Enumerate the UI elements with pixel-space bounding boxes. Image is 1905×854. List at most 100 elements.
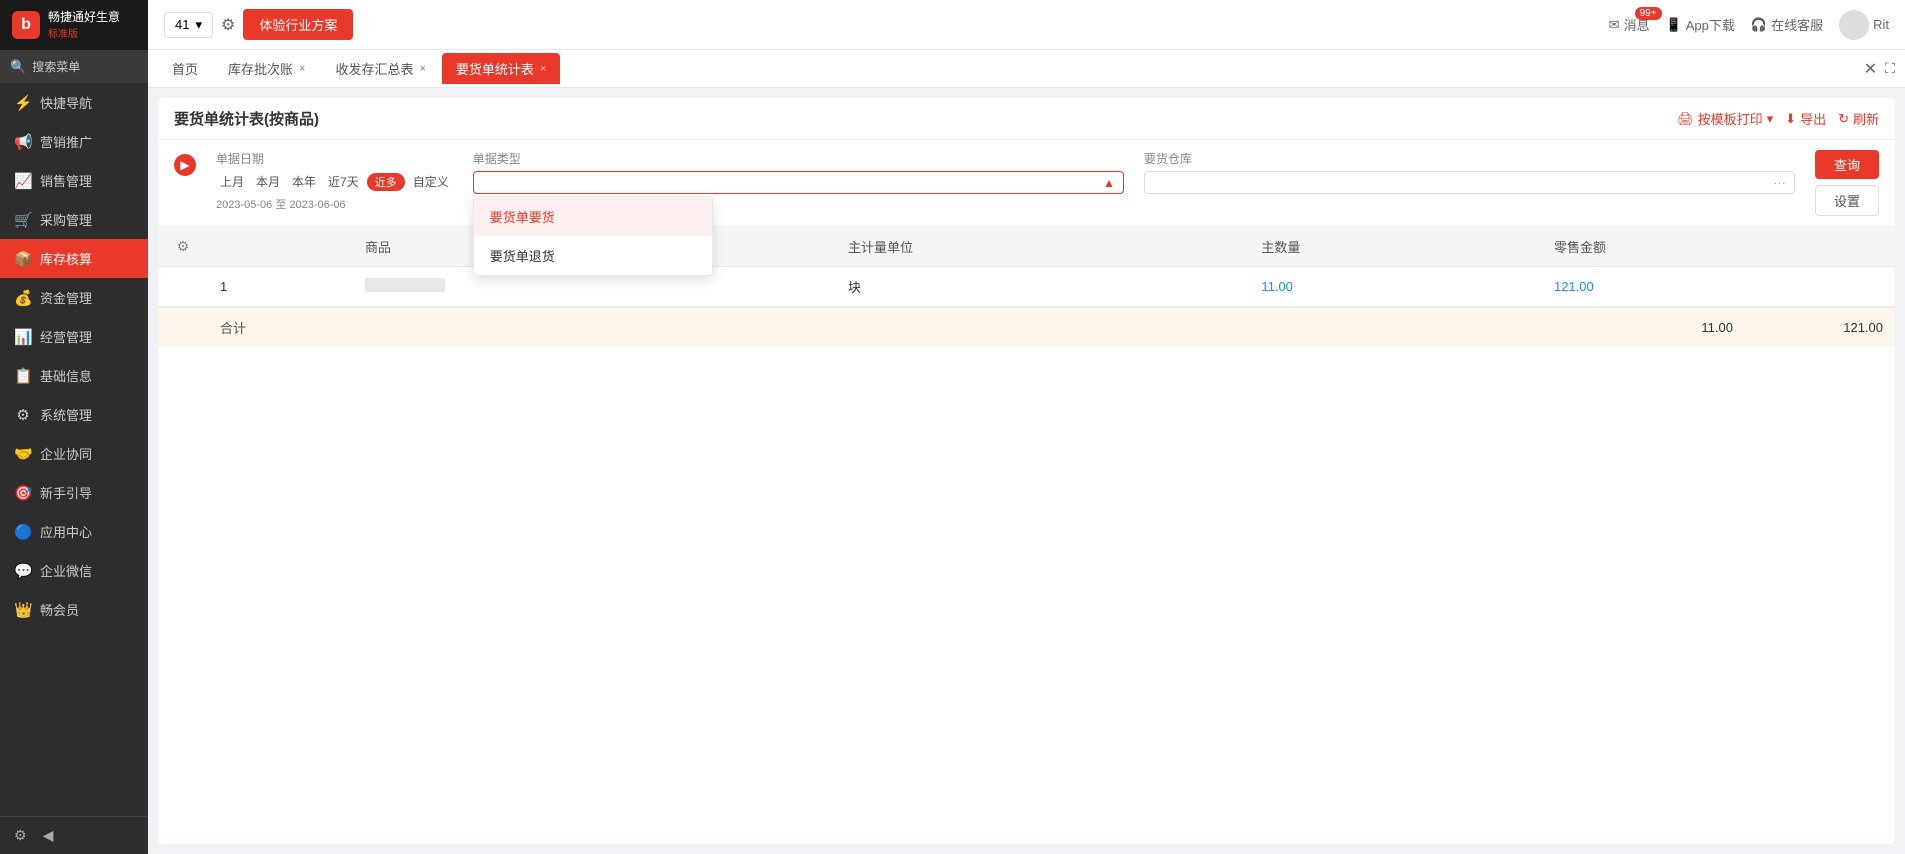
tab-home[interactable]: 首页 (158, 53, 212, 84)
sidebar-icon-base: 📋 (14, 367, 32, 385)
filter-expand-button[interactable]: ▶ (174, 154, 196, 176)
topbar-gear-icon[interactable]: ⚙ (221, 15, 235, 35)
user-profile[interactable]: Rit (1839, 10, 1889, 40)
tab-label-inventory-batch: 库存批次账 (228, 59, 293, 78)
sidebar-label-inventory: 库存核算 (40, 249, 92, 268)
company-value: 41 (175, 17, 189, 32)
warehouse-input-row: ··· (1144, 171, 1795, 194)
filter-row: ▶ 单据日期 上月 本月 本年 近7天 近多 自定义 2023-05-06 至 … (158, 140, 1895, 227)
date-opt-more[interactable]: 近多 (367, 173, 405, 191)
column-settings-icon[interactable]: ⚙ (177, 238, 190, 254)
sidebar-label-base: 基础信息 (40, 366, 92, 385)
sidebar-item-operations[interactable]: 📊经营管理 (0, 317, 148, 356)
cell-index: 1 (208, 267, 353, 307)
company-selector[interactable]: 41 ▾ (164, 12, 213, 38)
sidebar-item-wechat[interactable]: 💬企业微信 (0, 551, 148, 590)
tab-close-receive-summary[interactable]: × (419, 63, 425, 75)
app-logo-icon: b (12, 11, 40, 39)
page-content: 要货单统计表(按商品) 🖨 按模板打印 ▾ ⬇ 导出 ↻ 刷新 (148, 88, 1905, 854)
col-index (208, 227, 353, 267)
main-content: 41 ▾ ⚙ 体验行业方案 ✉ 消息 99+ 📱 App下载 🎧 在线客服 R (148, 0, 1905, 854)
sidebar-item-enterprise[interactable]: 🤝企业协同 (0, 434, 148, 473)
table-footer: 合计 11.00 121.00 (158, 307, 1895, 347)
avatar (1839, 10, 1869, 40)
date-filter-label: 单据日期 (216, 150, 453, 167)
footer-amount: 121.00 (1803, 320, 1883, 335)
sidebar-label-enterprise: 企业协同 (40, 444, 92, 463)
sidebar-icon-sales: 📈 (14, 172, 32, 190)
refresh-icon: ↻ (1838, 111, 1849, 127)
table-header-row: ⚙ 商品 主计量单位 主数量 零售金额 (158, 227, 1895, 267)
app-name: 畅捷通好生意 (48, 10, 120, 26)
warehouse-more-icon[interactable]: ··· (1773, 175, 1786, 190)
table-row: 1 块 11.00 121.00 (158, 267, 1895, 307)
tab-receive-summary[interactable]: 收发存汇总表× (321, 53, 439, 84)
sidebar-item-marketing[interactable]: 📢营销推广 (0, 122, 148, 161)
sidebar-item-purchase[interactable]: 🛒采购管理 (0, 200, 148, 239)
type-filter-arrow-icon[interactable]: ▲ (1103, 176, 1115, 190)
tabs-actions: ✕ ⛶ (1864, 59, 1895, 79)
amount-link[interactable]: 121.00 (1554, 279, 1594, 294)
dropdown-item-request-order[interactable]: 要货单要货 (474, 197, 712, 236)
sidebar-search-label: 搜索菜单 (32, 58, 80, 75)
dropdown-item-request-return[interactable]: 要货单退货 (474, 236, 712, 275)
tab-close-request-summary[interactable]: × (540, 63, 546, 75)
sidebar-icon-member: 👑 (14, 601, 32, 619)
sidebar-label-purchase: 采购管理 (40, 210, 92, 229)
sidebar-item-guide[interactable]: 🎯新手引导 (0, 473, 148, 512)
quantity-link[interactable]: 11.00 (1261, 279, 1293, 294)
sidebar-item-inventory[interactable]: 📦库存核算 (0, 239, 148, 278)
col-amount: 零售金额 (1542, 227, 1895, 267)
export-icon: ⬇ (1785, 111, 1796, 127)
sidebar-settings-icon[interactable]: ⚙ (14, 827, 27, 844)
date-opt-custom[interactable]: 自定义 (409, 171, 453, 192)
print-button[interactable]: 🖨 按模板打印 ▾ (1677, 109, 1773, 128)
sidebar-icon-finance: 💰 (14, 289, 32, 307)
messages-button[interactable]: ✉ 消息 99+ (1609, 15, 1650, 34)
tab-inventory-batch[interactable]: 库存批次账 × (214, 53, 319, 84)
export-button[interactable]: ⬇ 导出 (1785, 109, 1826, 128)
cell-settings (158, 267, 208, 307)
sidebar-item-quick-nav[interactable]: ⚡快捷导航 (0, 83, 148, 122)
sidebar-item-base[interactable]: 📋 基础信息 (0, 356, 148, 395)
sidebar-label-member: 畅会员 (40, 600, 79, 619)
sidebar-item-finance[interactable]: 💰资金管理 (0, 278, 148, 317)
date-opt-this-month[interactable]: 本月 (252, 171, 284, 192)
date-opt-last-month[interactable]: 上月 (216, 171, 248, 192)
sidebar-icon-wechat: 💬 (14, 562, 32, 580)
sidebar-nav: ⚡快捷导航📢营销推广📈销售管理🛒采购管理📦库存核算💰资金管理📊经营管理 📋 基础信息… (0, 83, 148, 816)
refresh-button[interactable]: ↻ 刷新 (1838, 109, 1879, 128)
date-opt-7days[interactable]: 近7天 (324, 171, 363, 192)
sidebar: b 畅捷通好生意 标准版 🔍 搜索菜单 ⚡快捷导航📢营销推广📈销售管理🛒采购管理… (0, 0, 148, 854)
online-service-button[interactable]: 🎧 在线客服 (1751, 15, 1823, 34)
col-unit: 主计量单位 (836, 227, 1249, 267)
sidebar-item-system[interactable]: ⚙系统管理 (0, 395, 148, 434)
sidebar-collapse-icon[interactable]: ◀ (43, 827, 54, 844)
warehouse-filter-group: 要货仓库 ··· (1144, 150, 1795, 194)
tabs-bar: 首页库存批次账×收发存汇总表×要货单统计表× ✕ ⛶ (148, 50, 1905, 88)
trial-button[interactable]: 体验行业方案 (243, 9, 353, 40)
type-filter-input[interactable] (482, 175, 1103, 190)
sidebar-search[interactable]: 🔍 搜索菜单 (0, 50, 148, 83)
query-button[interactable]: 查询 (1815, 150, 1879, 179)
type-filter-label: 单据类型 (473, 150, 1124, 167)
date-opt-this-year[interactable]: 本年 (288, 171, 320, 192)
sidebar-label-guide: 新手引导 (40, 483, 92, 502)
tab-request-summary[interactable]: 要货单统计表× (442, 53, 560, 84)
app-download-button[interactable]: 📱 App下载 (1666, 15, 1735, 34)
app-download-label: App下载 (1686, 15, 1735, 34)
sidebar-item-member[interactable]: 👑 畅会员 (0, 590, 148, 629)
sidebar-item-sales[interactable]: 📈销售管理 (0, 161, 148, 200)
filter-settings-button[interactable]: 设置 (1815, 185, 1879, 216)
maximize-icon[interactable]: ⛶ (1885, 60, 1895, 77)
topbar-right: ✉ 消息 99+ 📱 App下载 🎧 在线客服 Rit (1609, 10, 1889, 40)
close-all-tabs-button[interactable]: ✕ (1864, 59, 1877, 79)
tab-close-inventory-batch[interactable]: × (299, 63, 305, 75)
data-table: ⚙ 商品 主计量单位 主数量 零售金额 1 块 11.00 121.00 (158, 227, 1895, 307)
search-icon: 🔍 (10, 59, 26, 75)
warehouse-input[interactable] (1153, 175, 1773, 190)
message-icon: ✉ (1609, 17, 1620, 33)
sidebar-label-operations: 经营管理 (40, 327, 92, 346)
sidebar-item-app-center[interactable]: 🔵应用中心 (0, 512, 148, 551)
type-dropdown-menu: 要货单要货要货单退货 (473, 196, 713, 276)
